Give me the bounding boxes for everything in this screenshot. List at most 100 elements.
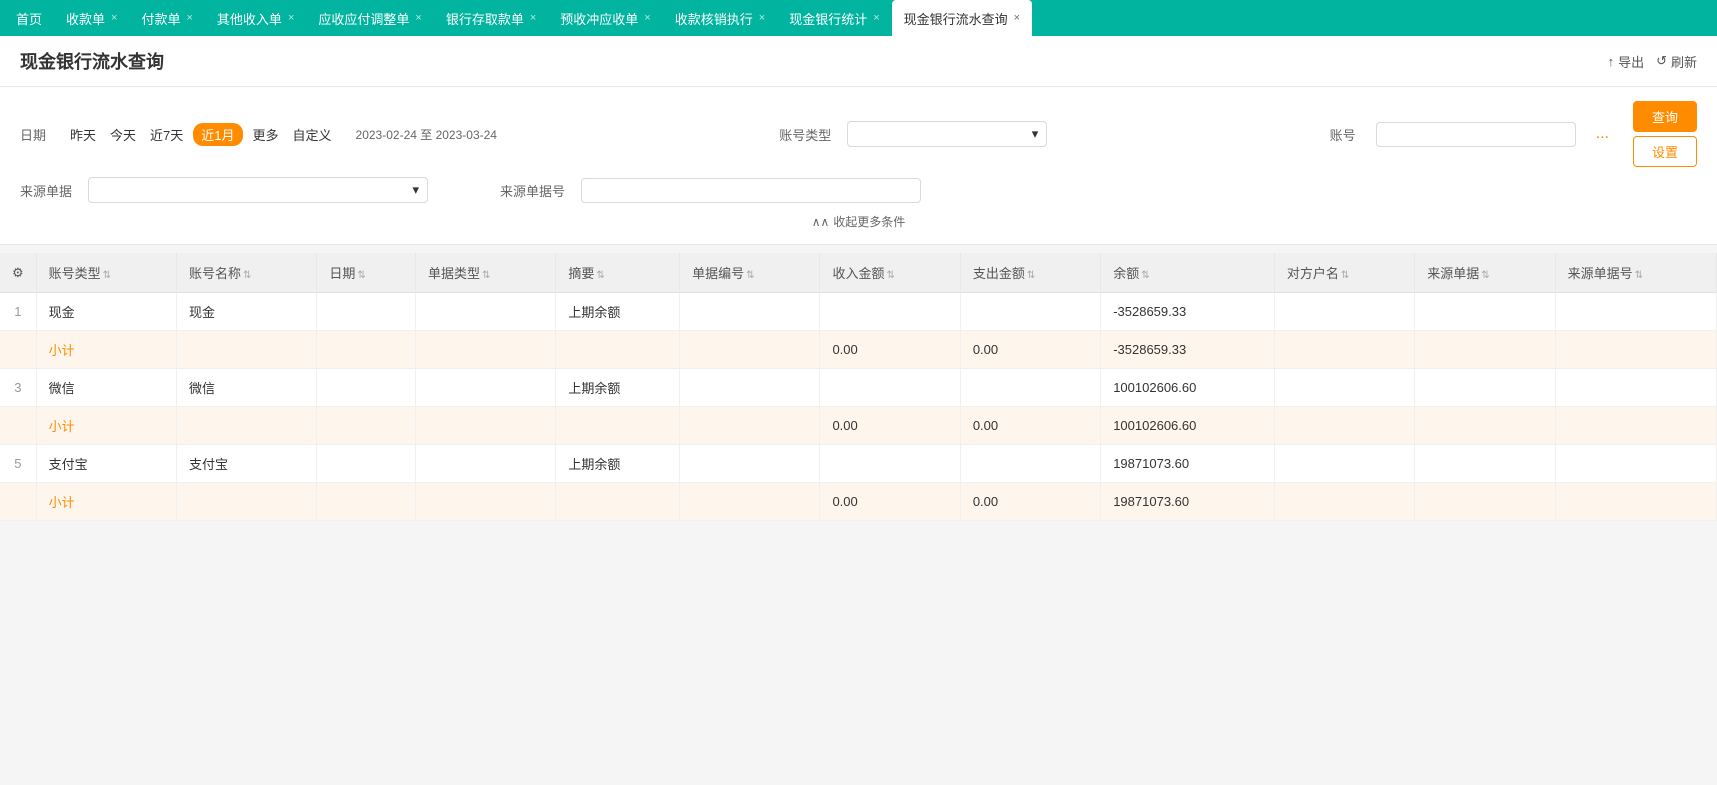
date-opt-近7天[interactable]: 近7天 [146, 123, 187, 146]
cell-expense: 0.00 [960, 331, 1100, 369]
home-tab[interactable]: 首页 [4, 0, 54, 36]
cell-expense [960, 293, 1100, 331]
tab-close-icon[interactable]: × [415, 12, 421, 24]
col-header-account_type[interactable]: 账号类型⇅ [36, 253, 176, 293]
date-opt-昨天[interactable]: 昨天 [66, 123, 100, 146]
nav-tab-应收应付调整单[interactable]: 应收应付调整单× [306, 0, 433, 36]
cell-date [317, 483, 416, 521]
sort-icon-bill_type[interactable]: ⇅ [482, 270, 490, 281]
col-header-expense[interactable]: 支出金额⇅ [960, 253, 1100, 293]
cell-expense: 0.00 [960, 483, 1100, 521]
sort-icon-summary[interactable]: ⇅ [596, 270, 604, 281]
cell-account_name: 支付宝 [177, 445, 317, 483]
nav-tab-现金银行统计[interactable]: 现金银行统计× [777, 0, 891, 36]
nav-tab-现金银行流水查询[interactable]: 现金银行流水查询× [892, 0, 1032, 36]
collapse-up-icon: ∧∧ [812, 215, 830, 229]
date-opt-自定义[interactable]: 自定义 [289, 123, 336, 146]
col-label-summary: 摘要 [568, 266, 594, 281]
cell-date [317, 331, 416, 369]
refresh-label: 刷新 [1671, 52, 1697, 71]
cell-account_type: 微信 [36, 369, 176, 407]
cell-source_bill [1415, 331, 1555, 369]
col-header-account_name[interactable]: 账号名称⇅ [177, 253, 317, 293]
cell-account_type: 现金 [36, 293, 176, 331]
account-type-label: 账号类型 [779, 125, 831, 144]
col-header-source_bill[interactable]: 来源单据⇅ [1415, 253, 1555, 293]
cell-source_bill_no [1555, 483, 1716, 521]
cell-source_bill_no [1555, 445, 1716, 483]
cell-summary: 上期余额 [556, 293, 680, 331]
nav-tab-收款单[interactable]: 收款单× [54, 0, 129, 36]
cell-bill_no [680, 445, 820, 483]
collapse-button[interactable]: ∧∧ 收起更多条件 [812, 213, 906, 230]
cell-income [820, 293, 960, 331]
table-container: ⚙账号类型⇅账号名称⇅日期⇅单据类型⇅摘要⇅单据编号⇅收入金额⇅支出金额⇅余额⇅… [0, 253, 1717, 521]
date-opt-更多[interactable]: 更多 [249, 123, 283, 146]
export-button[interactable]: ↑ 导出 [1608, 52, 1645, 71]
col-label-income: 收入金额 [832, 266, 884, 281]
cell-account_type: 小计 [36, 331, 176, 369]
source-bill-no-input[interactable] [581, 178, 921, 203]
tab-close-icon[interactable]: × [288, 12, 294, 24]
nav-tab-收款核销执行[interactable]: 收款核销执行 × [663, 0, 777, 36]
col-header-summary[interactable]: 摘要⇅ [556, 253, 680, 293]
refresh-button[interactable]: ↺ 刷新 [1656, 52, 1697, 71]
cell-account_name: 现金 [177, 293, 317, 331]
tab-close-icon[interactable]: × [530, 12, 536, 24]
source-bill-select[interactable]: ▾ [88, 177, 428, 203]
sort-icon-balance[interactable]: ⇅ [1141, 270, 1149, 281]
tab-close-icon[interactable]: × [759, 12, 765, 24]
cell-balance: 100102606.60 [1101, 407, 1275, 445]
cell-account_name [177, 331, 317, 369]
tab-label: 付款单 [141, 9, 180, 28]
sort-icon-source_bill[interactable]: ⇅ [1481, 270, 1489, 281]
query-button[interactable]: 查询 [1633, 101, 1697, 132]
tab-close-icon[interactable]: × [644, 12, 650, 24]
col-header-income[interactable]: 收入金额⇅ [820, 253, 960, 293]
nav-tab-银行存取款单[interactable]: 银行存取款单× [434, 0, 548, 36]
sort-icon-expense[interactable]: ⇅ [1027, 270, 1035, 281]
gear-icon[interactable]: ⚙ [12, 265, 24, 280]
cell-counterpart [1274, 293, 1414, 331]
col-header-source_bill_no[interactable]: 来源单据号⇅ [1555, 253, 1716, 293]
nav-tab-其他收入单[interactable]: 其他收入单× [205, 0, 306, 36]
col-header-counterpart[interactable]: 对方户名⇅ [1274, 253, 1414, 293]
col-header-bill_no[interactable]: 单据编号⇅ [680, 253, 820, 293]
page-header: 现金银行流水查询 ↑ 导出 ↺ 刷新 [0, 36, 1717, 87]
account-dots[interactable]: ... [1596, 125, 1609, 143]
cell-idx: 5 [0, 445, 36, 483]
col-header-bill_type[interactable]: 单据类型⇅ [416, 253, 556, 293]
cell-income: 0.00 [820, 483, 960, 521]
sort-icon-bill_no[interactable]: ⇅ [746, 270, 754, 281]
account-input[interactable] [1376, 122, 1576, 147]
sort-icon-source_bill_no[interactable]: ⇅ [1635, 270, 1643, 281]
top-nav: 首页 收款单×付款单×其他收入单×应收应付调整单×银行存取款单×预收冲应收单×收… [0, 0, 1717, 36]
col-label-source_bill_no: 来源单据号 [1568, 266, 1633, 281]
nav-tab-付款单[interactable]: 付款单 × [129, 0, 204, 36]
settings-button[interactable]: 设置 [1633, 136, 1697, 167]
account-type-select[interactable]: ▾ [847, 121, 1047, 147]
tab-close-icon[interactable]: × [186, 12, 192, 24]
col-header-date[interactable]: 日期⇅ [317, 253, 416, 293]
nav-tab-预收冲应收单[interactable]: 预收冲应收单 × [548, 0, 662, 36]
col-header-balance[interactable]: 余额⇅ [1101, 253, 1275, 293]
sort-icon-account_type[interactable]: ⇅ [103, 270, 111, 281]
tab-label: 收款核销执行 [675, 9, 753, 28]
sort-icon-income[interactable]: ⇅ [886, 270, 894, 281]
tab-close-icon[interactable]: × [873, 12, 879, 24]
gear-column-header[interactable]: ⚙ [0, 253, 36, 293]
sort-icon-date[interactable]: ⇅ [357, 270, 365, 281]
cell-balance: 19871073.60 [1101, 483, 1275, 521]
cell-idx: 1 [0, 293, 36, 331]
sort-icon-counterpart[interactable]: ⇅ [1341, 270, 1349, 281]
tab-close-icon[interactable]: × [1014, 12, 1020, 24]
sort-icon-account_name[interactable]: ⇅ [243, 270, 251, 281]
cell-bill_type [416, 331, 556, 369]
tab-label: 预收冲应收单 [560, 9, 638, 28]
tab-close-icon[interactable]: × [111, 12, 117, 24]
date-opt-近1月[interactable]: 近1月 [193, 123, 242, 146]
nav-tabs: 收款单×付款单×其他收入单×应收应付调整单×银行存取款单×预收冲应收单×收款核销… [54, 0, 1032, 36]
cell-balance: 100102606.60 [1101, 369, 1275, 407]
date-opt-今天[interactable]: 今天 [106, 123, 140, 146]
date-range: 2023-02-24 至 2023-03-24 [356, 126, 497, 143]
